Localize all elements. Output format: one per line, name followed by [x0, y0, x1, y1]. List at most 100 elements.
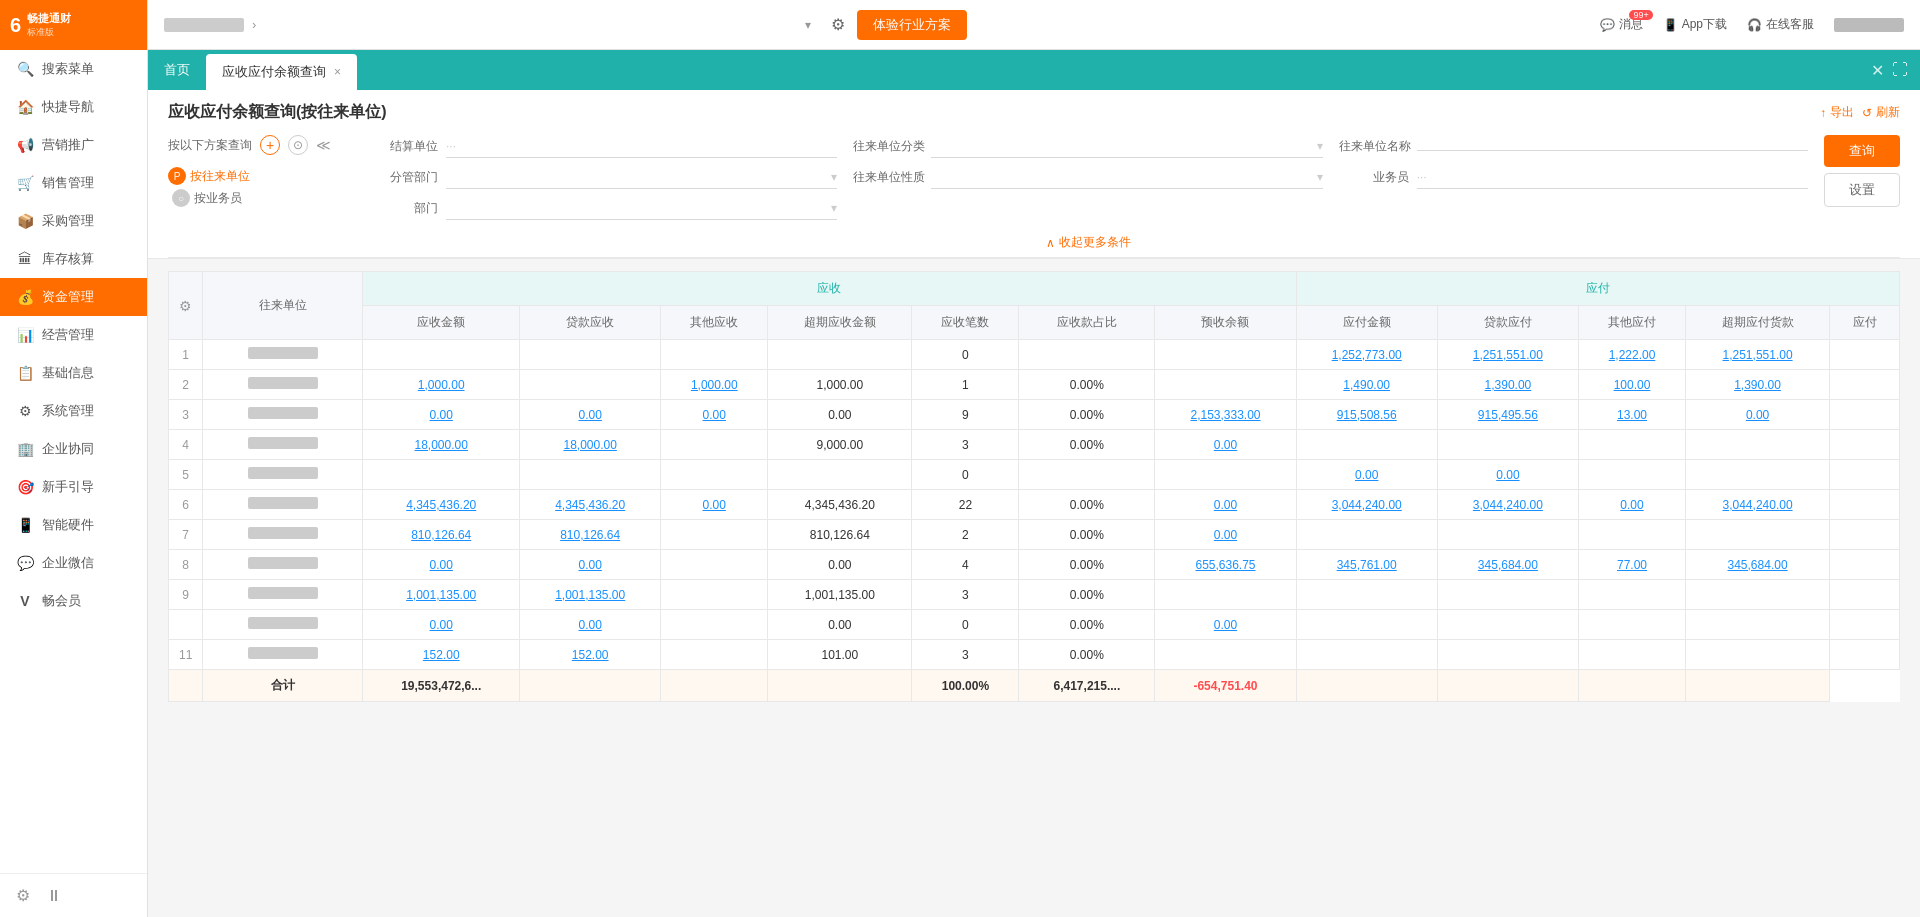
app-download-button[interactable]: 📱 App下载: [1663, 16, 1727, 33]
table-row: 80.000.000.0040.00%655,636.75345,761.003…: [169, 550, 1900, 580]
solution-button[interactable]: 体验行业方案: [857, 10, 967, 40]
sidebar-logo: 6 畅捷通财 标准版: [0, 0, 147, 50]
salesperson-label: 业务员: [1339, 169, 1409, 186]
sidebar-item-sales[interactable]: 🛒 销售管理: [0, 164, 147, 202]
tab-receivable[interactable]: 应收应付余额查询 ×: [206, 54, 357, 90]
total-ratio: 100.00%: [912, 670, 1019, 702]
breadcrumb-text: [164, 18, 244, 32]
filter-label-row: 按以下方案查询 + ⊙ ≪: [168, 135, 368, 155]
wechat-icon: 💬: [16, 554, 34, 572]
total-col5: [768, 670, 912, 702]
sidebar-label-basic: 基础信息: [42, 364, 94, 382]
col-loan-receivable: 贷款应收: [520, 306, 661, 340]
sidebar-item-hardware[interactable]: 📱 智能硬件: [0, 506, 147, 544]
sidebar-item-basic[interactable]: 📋 基础信息: [0, 354, 147, 392]
collapse-label: 收起更多条件: [1059, 234, 1131, 251]
col-receivable-ratio: 应收款占比: [1019, 306, 1155, 340]
sidebar-item-search[interactable]: 🔍 搜索菜单: [0, 50, 147, 88]
topbar-gear-icon[interactable]: ⚙: [831, 15, 845, 34]
capital-icon: 💰: [16, 288, 34, 306]
collapse-button[interactable]: ∧ 收起更多条件: [1046, 234, 1131, 251]
table-row: 101,252,773.001,251,551.001,222.001,251,…: [169, 340, 1900, 370]
app-icon: 📱: [1663, 18, 1678, 32]
export-button[interactable]: ↑ 导出: [1820, 104, 1854, 121]
table-row: 21,000.001,000.001,000.0010.00%1,490.001…: [169, 370, 1900, 400]
user-avatar[interactable]: [1834, 18, 1904, 32]
marketing-icon: 📢: [16, 136, 34, 154]
sidebar-item-marketing[interactable]: 📢 营销推广: [0, 126, 147, 164]
tab-home[interactable]: 首页: [148, 50, 206, 90]
sidebar-item-operations[interactable]: 📊 经营管理: [0, 316, 147, 354]
query-btn-group: 查询 设置: [1824, 135, 1900, 257]
filter-settings-button[interactable]: ⊙: [288, 135, 308, 155]
partner-nature-select[interactable]: ▾: [931, 166, 1322, 189]
settlement-dots: ···: [446, 139, 456, 153]
vip-icon: V: [16, 592, 34, 610]
settlement-input[interactable]: ···: [446, 135, 837, 158]
home-icon: 🏠: [16, 98, 34, 116]
export-label: 导出: [1830, 104, 1854, 121]
total-row: 合计 19,553,472,6... 100.00% 6,417,215....…: [169, 670, 1900, 702]
total-col11: [1579, 670, 1686, 702]
message-button[interactable]: 💬 消息 99+: [1600, 16, 1643, 33]
filter-dept2: 部门 ▾: [368, 197, 837, 220]
main-area: › ▾ ⚙ 体验行业方案 💬 消息 99+ 📱 App下载 🎧 在线客服: [148, 0, 1920, 917]
sidebar-item-purchase[interactable]: 📦 采购管理: [0, 202, 147, 240]
settings-bottom-icon[interactable]: ⚙: [16, 886, 30, 905]
service-button[interactable]: 🎧 在线客服: [1747, 16, 1814, 33]
col-settings[interactable]: ⚙: [169, 272, 203, 340]
sidebar-label-system: 系统管理: [42, 402, 94, 420]
refresh-button[interactable]: ↺ 刷新: [1862, 104, 1900, 121]
sidebar-item-capital[interactable]: 💰 资金管理: [0, 278, 147, 316]
service-label: 在线客服: [1766, 16, 1814, 33]
partner-option-label: 按往来单位: [190, 168, 250, 185]
dept2-select[interactable]: ▾: [446, 197, 837, 220]
col-partner-label: 往来单位: [259, 298, 307, 312]
collapse-sidebar-icon[interactable]: ⏸: [46, 887, 62, 905]
app-label: App下载: [1682, 16, 1727, 33]
sidebar-item-inventory[interactable]: 🏛 库存核算: [0, 240, 147, 278]
filter-option-partner[interactable]: P 按往来单位: [168, 167, 368, 185]
total-col10: [1437, 670, 1578, 702]
collapse-up-icon: ∧: [1046, 236, 1055, 250]
sidebar-label-search: 搜索菜单: [42, 60, 94, 78]
filter-option-staff[interactable]: ○ 按业务员: [172, 189, 368, 207]
sidebar-item-guide[interactable]: 🎯 新手引导: [0, 468, 147, 506]
partner-name-label: 往来单位名称: [1339, 138, 1409, 155]
partner-name-input[interactable]: [1417, 142, 1808, 151]
close-window-icon[interactable]: ✕: [1871, 61, 1884, 80]
table-row: 7810,126.64810,126.64810,126.6420.00%0.0…: [169, 520, 1900, 550]
refresh-label: 刷新: [1876, 104, 1900, 121]
maximize-icon[interactable]: ⛶: [1892, 61, 1908, 79]
sidebar-item-enterprise[interactable]: 🏢 企业协同: [0, 430, 147, 468]
group-payable-header: 应付: [1296, 272, 1899, 306]
filter-add-button[interactable]: +: [260, 135, 280, 155]
total-payable-amount: -654,751.40: [1155, 670, 1296, 702]
table-settings-icon[interactable]: ⚙: [179, 298, 192, 314]
filter-collapse-icon[interactable]: ≪: [316, 137, 331, 153]
page-content: 应收应付余额查询(按往来单位) ↑ 导出 ↺ 刷新: [148, 90, 1920, 917]
settings-button[interactable]: 设置: [1824, 173, 1900, 207]
query-button[interactable]: 查询: [1824, 135, 1900, 167]
message-badge: 99+: [1629, 10, 1652, 20]
sidebar-item-system[interactable]: ⚙ 系统管理: [0, 392, 147, 430]
sidebar-item-vip[interactable]: V 畅会员: [0, 582, 147, 620]
enterprise-icon: 🏢: [16, 440, 34, 458]
sidebar-label-purchase: 采购管理: [42, 212, 94, 230]
topbar-dropdown-icon[interactable]: ▾: [805, 18, 811, 32]
col-receivable-amount: 应收金额: [363, 306, 520, 340]
sidebar-label-marketing: 营销推广: [42, 136, 94, 154]
salesperson-input[interactable]: ···: [1417, 166, 1808, 189]
partner-category-select[interactable]: ▾: [931, 135, 1322, 158]
department-select[interactable]: ▾: [446, 166, 837, 189]
col-payable-suffix: 应付: [1830, 306, 1900, 340]
sidebar-label-vip: 畅会员: [42, 592, 81, 610]
salesperson-dots: ···: [1417, 170, 1427, 184]
sidebar-item-wechat[interactable]: 💬 企业微信: [0, 544, 147, 582]
filter-settlement: 结算单位 ···: [368, 135, 837, 158]
sidebar-label-enterprise: 企业协同: [42, 440, 94, 458]
table-row: 0.000.000.0000.00%0.00: [169, 610, 1900, 640]
filter-salesperson: 业务员 ···: [1339, 166, 1808, 189]
sidebar-item-quicknav[interactable]: 🏠 快捷导航: [0, 88, 147, 126]
tab-close-icon[interactable]: ×: [334, 65, 341, 79]
